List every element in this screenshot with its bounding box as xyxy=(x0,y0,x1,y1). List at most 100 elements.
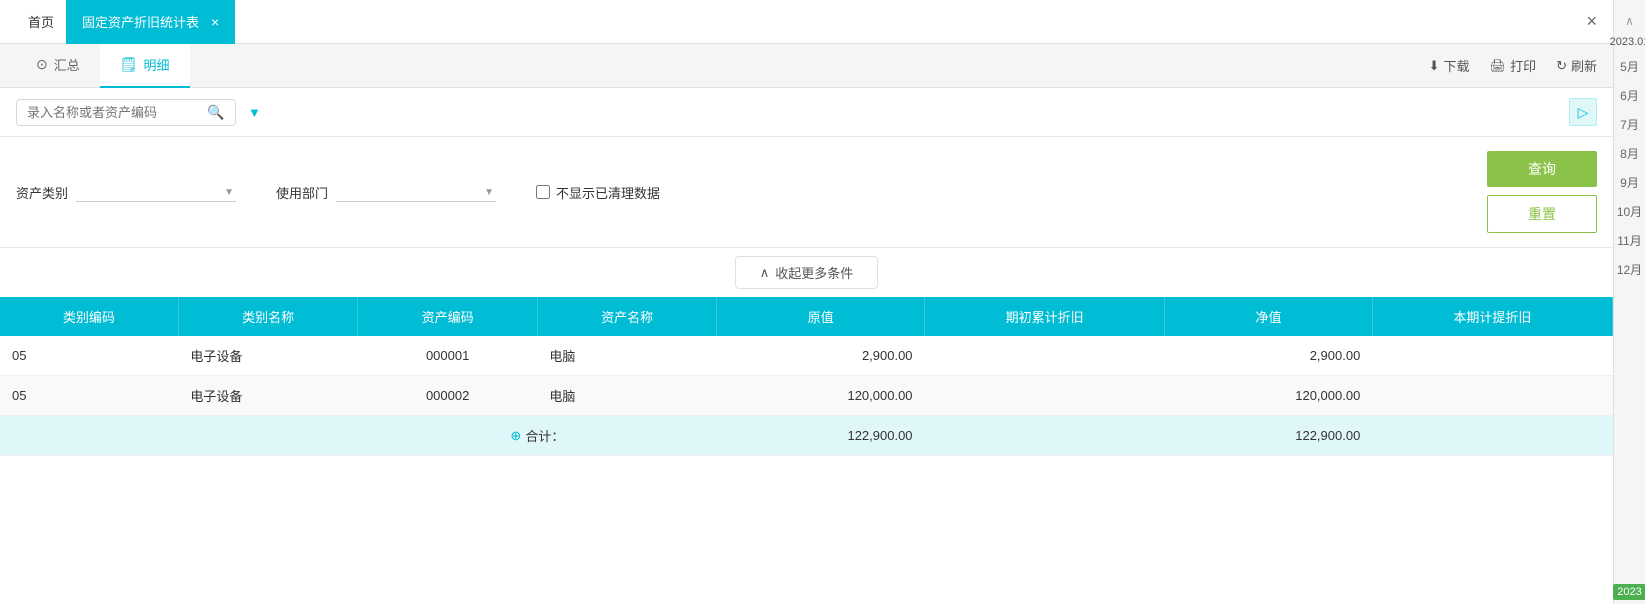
month-7[interactable]: 7月 xyxy=(1620,110,1639,139)
total-row: ⊕ 合计： 122,900.00 122,900.00 xyxy=(0,416,1613,456)
cell-asset-code: 000001 xyxy=(358,336,538,376)
col-category-name: 类别名称 xyxy=(178,297,358,336)
month-12[interactable]: 12月 xyxy=(1617,255,1642,284)
cell-accumulated-depreciation xyxy=(925,336,1165,376)
main-tab[interactable]: 固定资产折旧统计表 × xyxy=(66,0,235,44)
cell-category-code: 05 xyxy=(0,336,178,376)
refresh-label: 刷新 xyxy=(1571,56,1597,75)
window-close-button[interactable]: × xyxy=(1586,11,1597,32)
print-label: 打印 xyxy=(1510,56,1536,75)
detail-icon: 🗒 xyxy=(120,56,138,73)
search-input-wrap: 🔍 xyxy=(16,99,236,126)
filter-icon: ▼ xyxy=(248,105,261,120)
col-current-depreciation: 本期计提折旧 xyxy=(1372,297,1612,336)
more-filter-button[interactable]: ▼ xyxy=(248,105,265,120)
search-expand-button[interactable]: ▷ xyxy=(1569,98,1597,126)
data-table: 类别编码 类别名称 资产编码 资产名称 原值 期初累计折旧 净值 本期计提折旧 … xyxy=(0,297,1613,456)
total-label-cell: ⊕ 合计： xyxy=(370,426,705,445)
total-label-text: 合计： xyxy=(525,426,564,445)
search-bar: 🔍 ▼ ▷ xyxy=(0,88,1613,137)
total-net-value: 122,900.00 xyxy=(1165,416,1373,456)
cell-current-depreciation xyxy=(1372,376,1612,416)
hide-cleared-checkbox-item: 不显示已清理数据 xyxy=(536,183,660,202)
asset-category-label: 资产类别 xyxy=(16,183,68,202)
cell-current-depreciation xyxy=(1372,336,1612,376)
download-label: 下载 xyxy=(1444,56,1470,75)
filter-row: 资产类别 ▼ 使用部门 ▼ 不显示已清理数 xyxy=(16,151,1597,233)
cell-net-value: 120,000.00 xyxy=(1165,376,1373,416)
collapse-up-icon: ∧ xyxy=(760,265,770,281)
search-input[interactable] xyxy=(27,105,207,120)
month-8[interactable]: 8月 xyxy=(1620,139,1639,168)
cell-category-code: 05 xyxy=(0,376,178,416)
top-nav: 首页 固定资产折旧统计表 × × xyxy=(0,0,1613,44)
print-icon: 🖨 xyxy=(1490,58,1507,74)
tab-detail-label: 明细 xyxy=(144,55,170,74)
col-original-value: 原值 xyxy=(717,297,925,336)
table-row: 05 电子设备 000001 电脑 2,900.00 2,900.00 xyxy=(0,336,1613,376)
tab-summary-label: 汇总 xyxy=(54,55,80,74)
cell-category-name: 电子设备 xyxy=(178,376,358,416)
hide-cleared-label: 不显示已清理数据 xyxy=(556,183,660,202)
tab-detail[interactable]: 🗒 明细 xyxy=(100,44,190,88)
month-11[interactable]: 11月 xyxy=(1617,226,1641,255)
asset-category-filter: 资产类别 ▼ xyxy=(16,182,236,202)
col-accumulated-depreciation: 期初累计折旧 xyxy=(925,297,1165,336)
department-filter: 使用部门 ▼ xyxy=(276,182,496,202)
right-sidebar: ∧ 2023.01 5月 6月 7月 8月 9月 10月 11月 12月 202… xyxy=(1613,0,1645,604)
asset-category-select-wrap: ▼ xyxy=(76,182,236,202)
total-current-depreciation xyxy=(1372,416,1612,456)
total-empty-2 xyxy=(178,416,358,456)
cell-asset-code: 000002 xyxy=(358,376,538,416)
date-display: 2023.01 xyxy=(1608,32,1645,52)
month-6[interactable]: 6月 xyxy=(1620,81,1639,110)
print-button[interactable]: 🖨 打印 xyxy=(1490,56,1537,75)
expand-icon: ▷ xyxy=(1578,104,1589,121)
department-label: 使用部门 xyxy=(276,183,328,202)
department-select-wrap: ▼ xyxy=(336,182,496,202)
department-select[interactable] xyxy=(336,182,496,202)
tab-close-button[interactable]: × xyxy=(211,14,219,30)
summary-icon: ⊙ xyxy=(36,56,48,73)
tab-bar: ⊙ 汇总 🗒 明细 ⬇ 下载 🖨 打印 ↻ 刷新 xyxy=(0,44,1613,88)
filter-buttons: 查询 重置 xyxy=(1487,151,1597,233)
month-9[interactable]: 9月 xyxy=(1620,168,1639,197)
tab-summary[interactable]: ⊙ 汇总 xyxy=(16,44,100,88)
cell-original-value: 120,000.00 xyxy=(717,376,925,416)
search-icon[interactable]: 🔍 xyxy=(207,104,224,121)
cell-asset-name: 电脑 xyxy=(537,336,717,376)
reset-button[interactable]: 重置 xyxy=(1487,195,1597,233)
cell-original-value: 2,900.00 xyxy=(717,336,925,376)
collapse-label: 收起更多条件 xyxy=(775,263,853,282)
cell-accumulated-depreciation xyxy=(925,376,1165,416)
table-header-row: 类别编码 类别名称 资产编码 资产名称 原值 期初累计折旧 净值 本期计提折旧 xyxy=(0,297,1613,336)
tab-title: 固定资产折旧统计表 xyxy=(82,12,199,31)
cell-category-name: 电子设备 xyxy=(178,336,358,376)
hide-cleared-checkbox[interactable] xyxy=(536,185,550,199)
query-button[interactable]: 查询 xyxy=(1487,151,1597,187)
refresh-button[interactable]: ↻ 刷新 xyxy=(1556,56,1597,75)
total-icon: ⊕ xyxy=(510,428,521,444)
scroll-up-button[interactable]: ∧ xyxy=(1621,10,1638,32)
toolbar-right: ⬇ 下载 🖨 打印 ↻ 刷新 xyxy=(1429,56,1597,75)
total-original-value: 122,900.00 xyxy=(717,416,925,456)
filter-panel: 资产类别 ▼ 使用部门 ▼ 不显示已清理数 xyxy=(0,137,1613,248)
month-10[interactable]: 10月 xyxy=(1617,197,1642,226)
table-wrap: 类别编码 类别名称 资产编码 资产名称 原值 期初累计折旧 净值 本期计提折旧 … xyxy=(0,297,1613,604)
cell-net-value: 2,900.00 xyxy=(1165,336,1373,376)
home-nav[interactable]: 首页 xyxy=(16,12,66,31)
month-5[interactable]: 5月 xyxy=(1620,52,1639,81)
total-empty-1 xyxy=(0,416,178,456)
col-asset-name: 资产名称 xyxy=(537,297,717,336)
download-icon: ⬇ xyxy=(1429,58,1440,74)
refresh-icon: ↻ xyxy=(1556,58,1567,74)
col-category-code: 类别编码 xyxy=(0,297,178,336)
year-badge[interactable]: 2023 xyxy=(1613,584,1645,600)
cell-asset-name: 电脑 xyxy=(537,376,717,416)
asset-category-select[interactable] xyxy=(76,182,236,202)
collapse-button[interactable]: ∧ 收起更多条件 xyxy=(735,256,879,289)
download-button[interactable]: ⬇ 下载 xyxy=(1429,56,1470,75)
col-asset-code: 资产编码 xyxy=(358,297,538,336)
table-row: 05 电子设备 000002 电脑 120,000.00 120,000.00 xyxy=(0,376,1613,416)
total-accumulated-depreciation xyxy=(925,416,1165,456)
